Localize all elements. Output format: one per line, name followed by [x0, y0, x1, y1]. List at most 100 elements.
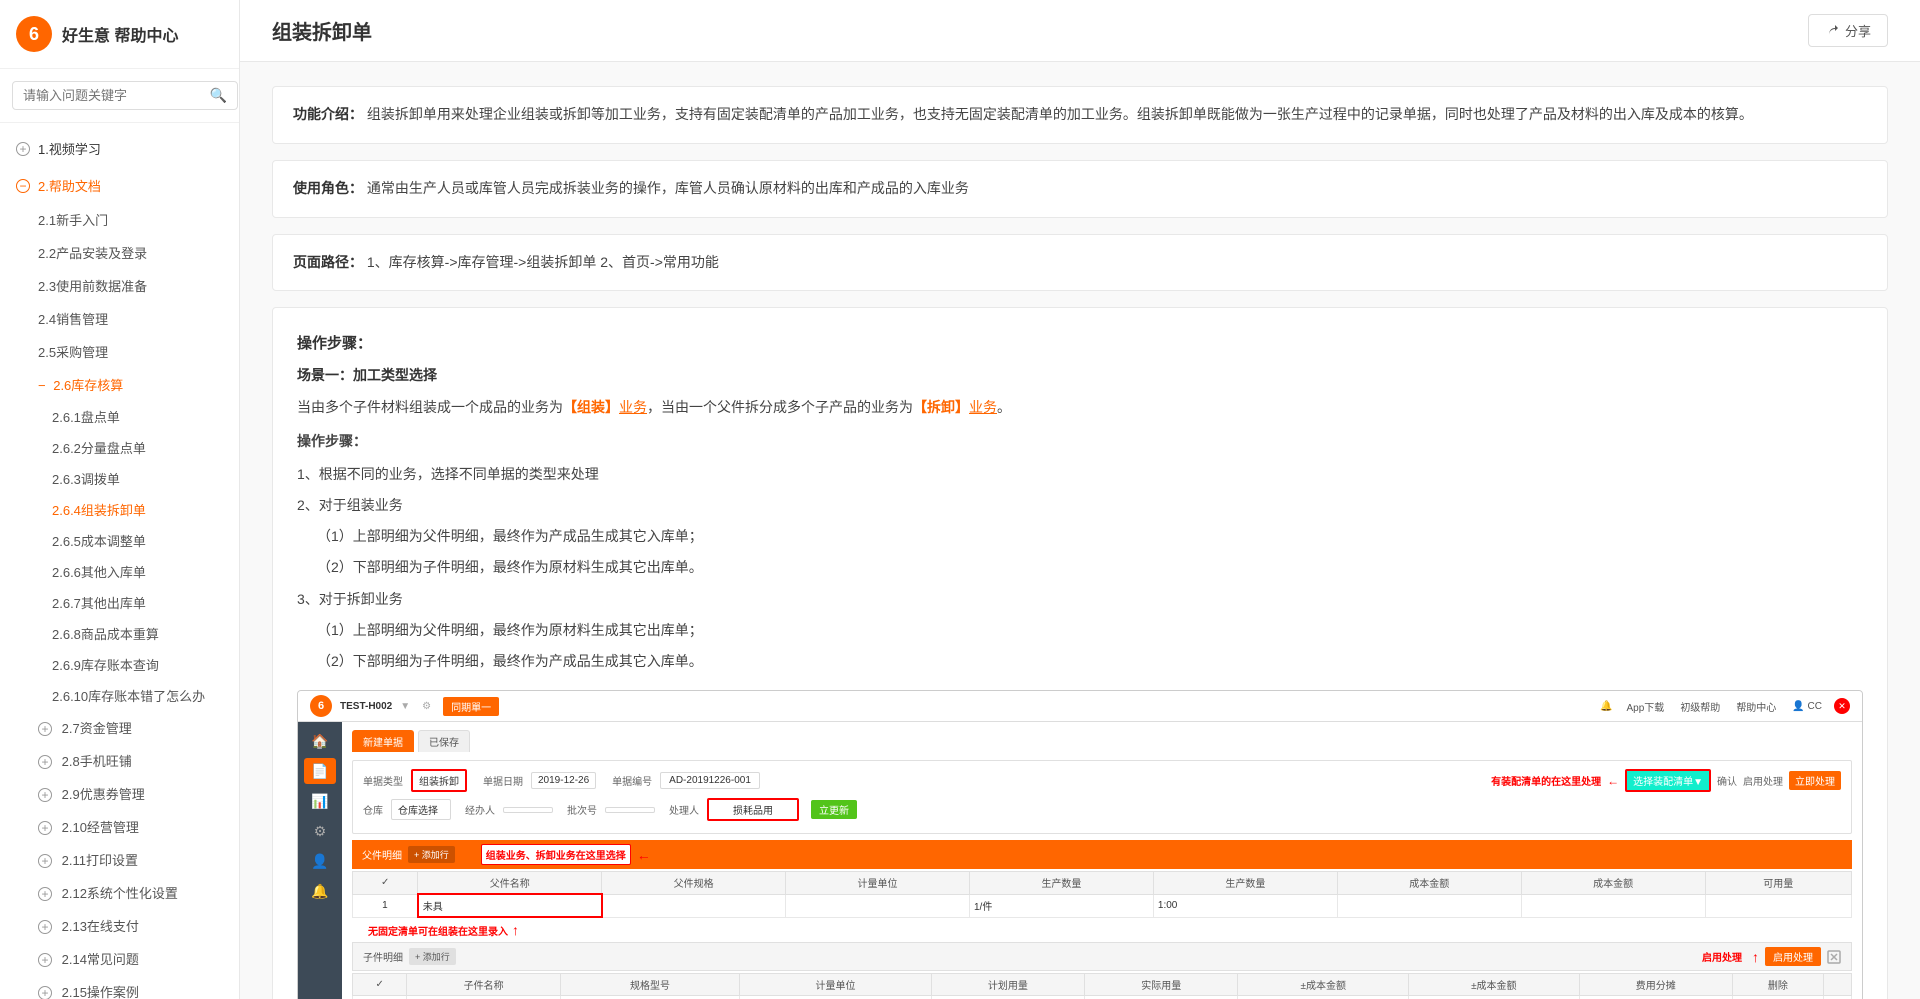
- logo-area: 6 好生意 帮助中心: [0, 0, 239, 69]
- step3-sub1: （1）上部明细为父件明细，最终作为原材料生成其它出库单；: [317, 618, 1863, 643]
- ss-td-qty2: 1:00: [1153, 894, 1337, 917]
- sidebar-item-otheroutbound[interactable]: 2.6.7其他出库单: [0, 587, 239, 618]
- ss-doctype-value: 组装拆卸: [411, 769, 467, 792]
- ss-process-label: 启用处理: [1743, 773, 1783, 788]
- ss-bth-qty-actual: 实际用量: [1085, 974, 1238, 996]
- ss-annotation-text1: 有装配清单的在这里处理: [1491, 773, 1601, 788]
- search-input[interactable]: [12, 81, 238, 110]
- ss-td-spec: [602, 894, 786, 917]
- sidebar-item-assemble[interactable]: 2.6.4组装拆卸单: [0, 494, 239, 525]
- ops-title: 操作步骤：: [297, 332, 1863, 353]
- ss-notification: 🔔: [1600, 701, 1612, 712]
- nav-sub-items-docs: 2.1新手入门 2.2产品安装及登录 2.3使用前数据准备 2.4销售管理 2.…: [0, 203, 239, 999]
- sidebar-item-otherinbound[interactable]: 2.6.6其他入库单: [0, 556, 239, 587]
- ss-td-1: 1: [353, 894, 418, 917]
- sidebar-item-video[interactable]: + 1.视频学习: [0, 131, 239, 166]
- expand-icon: +: [16, 142, 30, 156]
- ss-bth-check: ✓: [353, 974, 407, 996]
- ss-nav-docs: 📄: [304, 758, 336, 784]
- ss-app: App下载: [1627, 699, 1665, 714]
- sidebar-item-sales[interactable]: 2.4销售管理: [0, 302, 239, 335]
- ss-th-cost1: 成本金额: [1337, 872, 1521, 895]
- ss-bth-cost1: ±成本金额: [1238, 974, 1409, 996]
- sidebar-item-finance[interactable]: + 2.7资金管理: [0, 711, 239, 744]
- sidebar-item-install[interactable]: 2.2产品安装及登录: [0, 236, 239, 269]
- sidebar-item-stockcheck[interactable]: 2.6.9库存账本查询: [0, 649, 239, 680]
- ss-bth-qty-plan: 计划用量: [931, 974, 1084, 996]
- scenario1-desc: 当由多个子件材料组装成一个成品的业务为【组装】业务，当由一个父件拆分成多个子产品…: [297, 395, 1863, 420]
- ss-batch: [605, 807, 655, 813]
- path-block: 页面路径： 1、库存核算->库存管理->组装拆卸单 2、首页->常用功能: [272, 234, 1888, 292]
- sidebar-item-transfer[interactable]: 2.6.3调拨单: [0, 463, 239, 494]
- main-content: 操作步骤： 场景一：加工类型选择 当由多个子件材料组装成一个成品的业务为【组装】…: [272, 307, 1888, 999]
- ss-warehouse: 仓库选择: [391, 799, 451, 820]
- ss-id: TEST-H002: [340, 701, 392, 712]
- ss-td-avail: [1705, 894, 1851, 917]
- ss-th-unit: 计量单位: [786, 872, 970, 895]
- page-header: 组装拆卸单 分享: [240, 0, 1920, 62]
- share-button[interactable]: 分享: [1808, 14, 1888, 47]
- sidebar-item-stocktake[interactable]: 2.6.1盘点单: [0, 401, 239, 432]
- sidebar-item-cases[interactable]: + 2.15操作案例: [0, 975, 239, 999]
- sidebar-item-data[interactable]: 2.3使用前数据准备: [0, 269, 239, 302]
- step3-sub2: （2）下部明细为子件明细，最终作为产成品生成其它入库单。: [317, 649, 1863, 674]
- ss-nav-settings: ⚙: [304, 818, 336, 844]
- ss-bth-name: 子件名称: [407, 974, 560, 996]
- path-label: 页面路径：: [293, 254, 363, 270]
- ss-nav-user: 👤: [304, 848, 336, 874]
- ss-main-form: 新建单据 已保存 单据类型 组装拆卸 单据日期 2019-12-26 单据编号: [342, 722, 1862, 999]
- content-area: 功能介绍： 组装拆卸单用来处理企业组装或拆卸等加工业务，支持有固定装配清单的产品…: [240, 62, 1920, 999]
- sidebar-item-onlinepay[interactable]: + 2.13在线支付: [0, 909, 239, 942]
- ss-nav-chart: 📊: [304, 788, 336, 814]
- sidebar-item-inventory[interactable]: − 2.6库存核算: [0, 368, 239, 401]
- sidebar-item-costadj[interactable]: 2.6.5成本调整单: [0, 525, 239, 556]
- ss-logo: 6: [310, 695, 332, 717]
- sidebar-item-docs[interactable]: − 2.帮助文档: [0, 168, 239, 203]
- ss-help1: 初级帮助: [1680, 699, 1720, 714]
- steps-list: 1、根据不同的业务，选择不同单据的类型来处理 2、对于组装业务 （1）上部明细为…: [297, 462, 1863, 674]
- sidebar-item-mobile[interactable]: + 2.8手机旺铺: [0, 744, 239, 777]
- ss-helpcenter: 帮助中心: [1736, 699, 1776, 714]
- sidebar-item-purchase[interactable]: 2.5采购管理: [0, 335, 239, 368]
- ss-body: 🏠 📄 📊 ⚙ 👤 🔔 新建单据 已保存: [298, 722, 1862, 999]
- ss-form-row1: 单据类型 组装拆卸 单据日期 2019-12-26 单据编号 AD-201912…: [363, 769, 1841, 792]
- sidebar-item-print[interactable]: + 2.11打印设置: [0, 843, 239, 876]
- ss-top-table: ✓ 父件名称 父件规格 计量单位 生产数量 生产数量 成本金额 成本金额 可用量: [352, 871, 1852, 918]
- ss-annotation-right: 有装配清单的在这里处理 ← 选择装配清单▼ 确认 启用处理 立即处理: [768, 769, 1841, 792]
- ss-td-unit: [786, 894, 970, 917]
- role-block: 使用角色： 通常由生产人员或库管人员完成拆装业务的操作，库管人员确认原材料的出库…: [272, 160, 1888, 218]
- screenshot-mockup: 6 TEST-H002 ▼ ⚙ 同期單一 🔔 App下载 初级帮助 帮助中心 👤…: [297, 690, 1863, 999]
- sidebar-item-newbie[interactable]: 2.1新手入门: [0, 203, 239, 236]
- sidebar-item-accounterr[interactable]: 2.6.10库存账本错了怎么办: [0, 680, 239, 711]
- sidebar-item-coupon[interactable]: + 2.9优惠券管理: [0, 777, 239, 810]
- ss-new-btn: 同期單一: [443, 697, 499, 716]
- ss-process-btn: 立即处理: [1789, 771, 1841, 790]
- ss-docno-value: AD-20191226-001: [660, 772, 760, 789]
- sidebar: 6 好生意 帮助中心 🔍 + 1.视频学习 − 2.帮助文档 2.1新手入门 2…: [0, 0, 240, 999]
- sidebar-item-sysconfig[interactable]: + 2.12系统个性化设置: [0, 876, 239, 909]
- scenario1-title: 场景一：加工类型选择: [297, 365, 1863, 385]
- ss-nav-home: 🏠: [304, 728, 336, 754]
- ops-steps-title: 操作步骤：: [297, 429, 1863, 454]
- step2-sub1: （1）上部明细为父件明细，最终作为产成品生成其它入库单；: [317, 524, 1863, 549]
- ss-section-annotation: 组装业务、拆卸业务在这里选择: [481, 844, 631, 865]
- step1: 1、根据不同的业务，选择不同单据的类型来处理: [297, 462, 1863, 487]
- path-text: 1、库存核算->库存管理->组装拆卸单 2、首页->常用功能: [367, 254, 719, 270]
- ss-th-spec: 父件规格: [602, 872, 786, 895]
- ss-bth-alloc: 费用分摊: [1579, 974, 1732, 996]
- role-label: 使用角色：: [293, 180, 363, 196]
- ss-td-qty1: 1/件: [969, 894, 1153, 917]
- ss-bottom-annotation: 无固定清单可在组装在这里录入 ↑: [352, 922, 1852, 938]
- sidebar-item-faq[interactable]: + 2.14常见问题: [0, 942, 239, 975]
- sidebar-item-ops[interactable]: + 2.10经营管理: [0, 810, 239, 843]
- ss-bottom-section-bar: 子件明细 + 添加行 启用处理 ↑ 启用处理: [352, 942, 1852, 971]
- ss-processor: 损耗品用: [707, 798, 799, 821]
- ss-bth-spec: 规格型号: [560, 974, 739, 996]
- intro-block: 功能介绍： 组装拆卸单用来处理企业组装或拆卸等加工业务，支持有固定装配清单的产品…: [272, 86, 1888, 144]
- sidebar-item-partialtake[interactable]: 2.6.2分量盘点单: [0, 432, 239, 463]
- ss-annotation-text3: 启用处理: [1702, 949, 1742, 964]
- ss-section-bar: 父件明细 + 添加行 组装业务、拆卸业务在这里选择 ←: [352, 840, 1852, 869]
- search-icon[interactable]: 🔍: [210, 87, 227, 104]
- ss-date-value: 2019-12-26: [531, 772, 596, 789]
- sidebar-item-goodscost[interactable]: 2.6.8商品成本重算: [0, 618, 239, 649]
